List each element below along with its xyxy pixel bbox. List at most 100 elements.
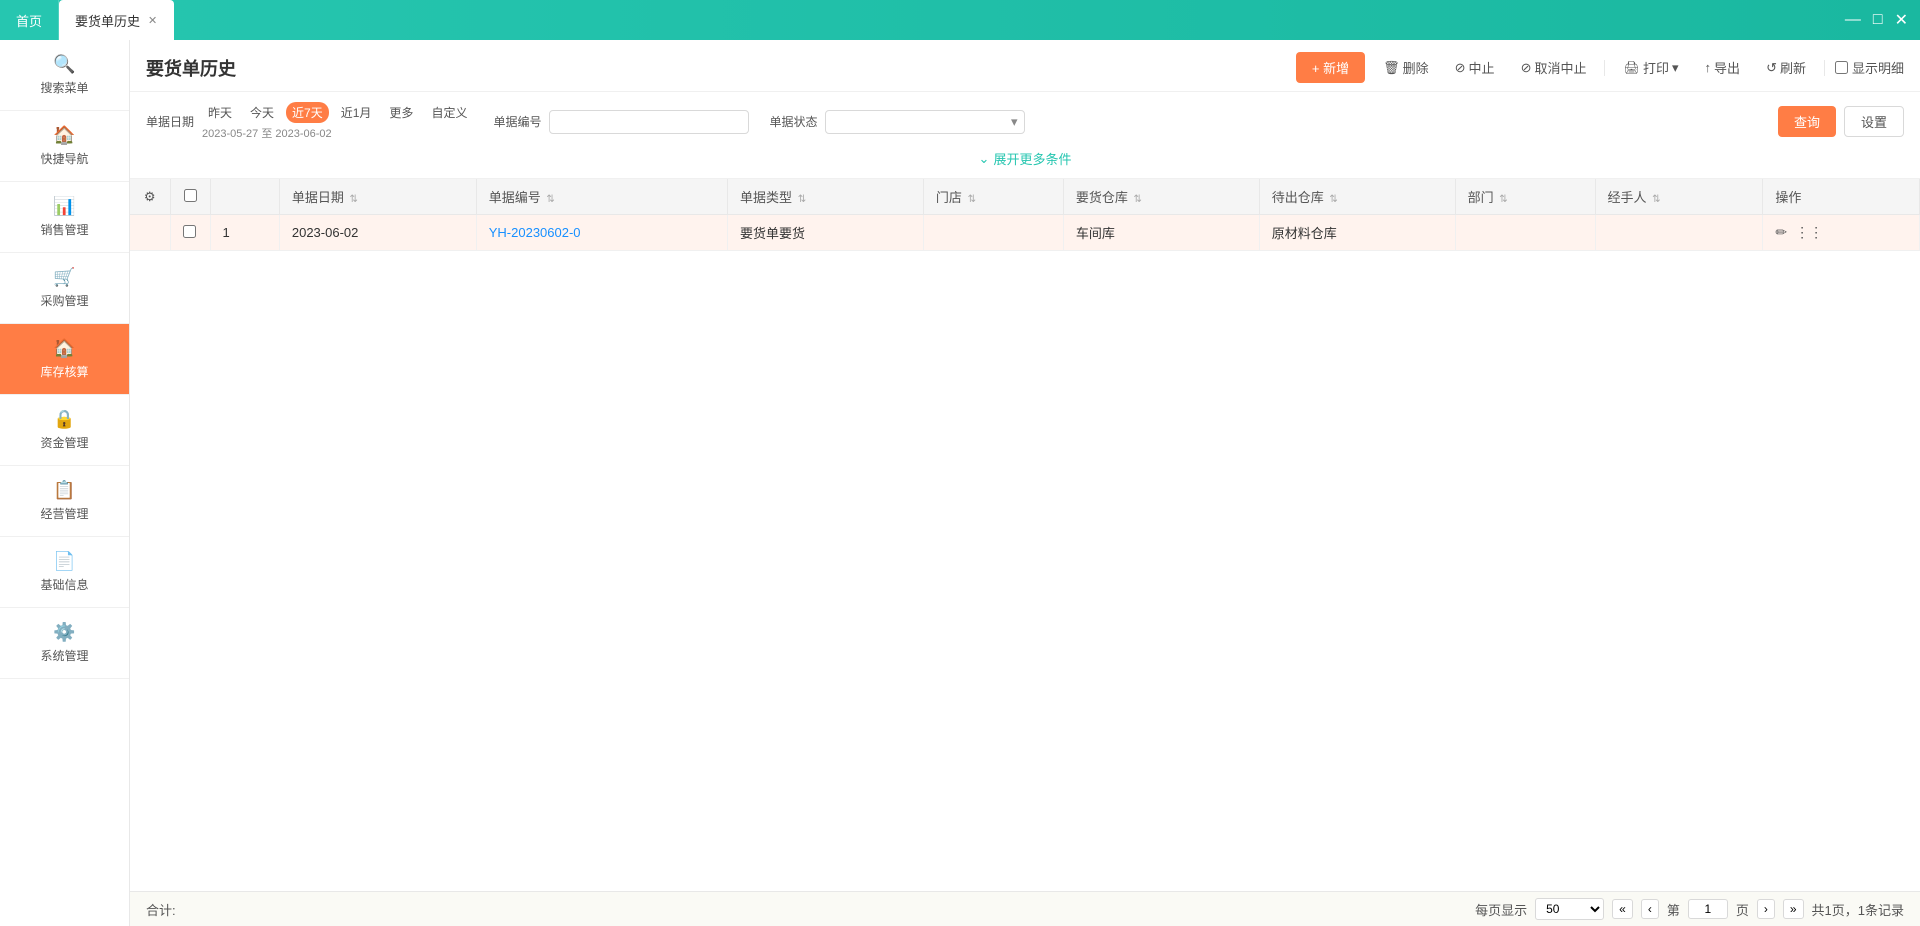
display-toggle-checkbox[interactable] (1835, 61, 1848, 74)
th-department-label: 部门 (1468, 190, 1494, 205)
close-button[interactable]: ✕ (1895, 10, 1908, 30)
date-option-more[interactable]: 更多 (383, 102, 419, 123)
th-handler[interactable]: 经手人 ⇅ (1595, 179, 1763, 215)
page-input[interactable] (1688, 899, 1728, 919)
doc-number-input[interactable] (549, 110, 749, 134)
suspend-label: 中止 (1469, 58, 1495, 77)
last-page-button[interactable]: » (1783, 899, 1804, 919)
minimize-button[interactable]: — (1845, 11, 1861, 29)
print-button[interactable]: 🖨 打印 ▾ (1615, 54, 1686, 81)
select-all-checkbox[interactable] (184, 189, 197, 202)
table-header-row: ⚙ 单据日期 ⇅ 单据编号 ⇅ (130, 179, 1920, 215)
page-header: 要货单历史 + 新增 🗑 删除 ⊘ 中止 ⊘ 取消中止 🖨 打 (130, 40, 1920, 92)
tab-home[interactable]: 首页 (0, 0, 59, 40)
td-type: 要货单要货 (728, 215, 924, 251)
cancel-suspend-icon: ⊘ (1521, 60, 1532, 76)
sidebar-item-sales[interactable]: 📊 销售管理 (0, 182, 129, 253)
settings-button[interactable]: 设置 (1844, 106, 1904, 137)
date-option-yesterday[interactable]: 昨天 (202, 102, 238, 123)
td-req-warehouse: 车间库 (1063, 215, 1259, 251)
more-icon[interactable]: ⋮⋮ (1795, 224, 1823, 241)
date-option-7days[interactable]: 近7天 (286, 102, 329, 123)
date-option-1month[interactable]: 近1月 (335, 102, 378, 123)
date-filter-group: 单据日期 昨天 今天 近7天 近1月 更多 自定义 2023-05-27 至 2… (146, 102, 473, 141)
total-label: 合计: (146, 900, 176, 919)
refresh-button[interactable]: ↺ 刷新 (1758, 54, 1814, 81)
sidebar-item-basic[interactable]: 📄 基础信息 (0, 537, 129, 608)
clipboard-icon: 📋 (53, 480, 75, 501)
th-department[interactable]: 部门 ⇅ (1455, 179, 1595, 215)
date-option-custom[interactable]: 自定义 (425, 102, 473, 123)
sidebar-item-quicknav-label: 快捷导航 (40, 150, 88, 167)
th-number[interactable]: 单据编号 ⇅ (476, 179, 727, 215)
th-settings[interactable]: ⚙ (130, 179, 170, 215)
doc-number-link[interactable]: YH-20230602-0 (489, 225, 581, 240)
sort-date-icon: ⇅ (350, 194, 358, 205)
new-button[interactable]: + 新增 (1296, 52, 1365, 83)
delete-button[interactable]: 🗑 删除 (1375, 54, 1437, 81)
first-page-button[interactable]: « (1612, 899, 1633, 919)
sidebar: 🔍 搜索菜单 🏠 快捷导航 📊 销售管理 🛒 采购管理 🏠 库存核算 🔒 资金管… (0, 40, 130, 926)
sidebar-item-quicknav[interactable]: 🏠 快捷导航 (0, 111, 129, 182)
next-page-button[interactable]: › (1757, 899, 1775, 919)
display-toggle-label: 显示明细 (1852, 58, 1904, 77)
edit-icon[interactable]: ✏ (1775, 224, 1787, 241)
th-date-label: 单据日期 (292, 190, 344, 205)
display-toggle[interactable]: 显示明细 (1835, 58, 1904, 77)
sidebar-item-basic-label: 基础信息 (40, 576, 88, 593)
chevron-down-icon: ⌄ (979, 151, 990, 167)
search-icon: 🔍 (53, 54, 75, 75)
main-layout: 🔍 搜索菜单 🏠 快捷导航 📊 销售管理 🛒 采购管理 🏠 库存核算 🔒 资金管… (0, 40, 1920, 926)
th-date[interactable]: 单据日期 ⇅ (279, 179, 476, 215)
sidebar-item-inventory[interactable]: 🏠 库存核算 (0, 324, 129, 395)
delete-label: 删除 (1403, 58, 1429, 77)
sidebar-item-system[interactable]: ⚙️ 系统管理 (0, 608, 129, 679)
toolbar: + 新增 🗑 删除 ⊘ 中止 ⊘ 取消中止 🖨 打印 ▾ (1296, 52, 1904, 83)
page-size-label: 每页显示 (1475, 900, 1527, 919)
suspend-button[interactable]: ⊘ 中止 (1447, 54, 1503, 81)
lock-icon: 🔒 (53, 409, 75, 430)
th-handler-label: 经手人 (1608, 190, 1647, 205)
query-button[interactable]: 查询 (1778, 106, 1836, 137)
date-option-today[interactable]: 今天 (244, 102, 280, 123)
sort-req-warehouse-icon: ⇅ (1133, 194, 1141, 205)
tab-home-label: 首页 (16, 11, 42, 30)
toolbar-divider-1 (1604, 60, 1605, 76)
sort-department-icon: ⇅ (1499, 194, 1507, 205)
th-action: 操作 (1763, 179, 1920, 215)
sidebar-item-finance-label: 资金管理 (40, 434, 88, 451)
th-pending-warehouse[interactable]: 待出仓库 ⇅ (1259, 179, 1455, 215)
expand-more-button[interactable]: ⌄ 展开更多条件 (146, 149, 1904, 168)
table-footer: 合计: 每页显示 20 50 100 200 « ‹ 第 页 › » 共1页，1… (130, 891, 1920, 926)
tab-history[interactable]: 要货单历史 ✕ (59, 0, 174, 40)
sidebar-item-purchase[interactable]: 🛒 采购管理 (0, 253, 129, 324)
page-label: 第 (1667, 900, 1680, 919)
export-button[interactable]: ↑ 导出 (1697, 54, 1749, 81)
print-label: 打印 (1643, 58, 1669, 77)
sidebar-item-finance[interactable]: 🔒 资金管理 (0, 395, 129, 466)
action-icons: ✏ ⋮⋮ (1775, 224, 1907, 241)
maximize-button[interactable]: □ (1873, 11, 1883, 29)
export-label: 导出 (1714, 58, 1740, 77)
expand-more-label: 展开更多条件 (993, 149, 1071, 168)
doc-status-select[interactable]: 全部 待审核 已审核 已中止 (825, 110, 1025, 134)
tab-history-close-icon[interactable]: ✕ (148, 14, 157, 27)
table-container: ⚙ 单据日期 ⇅ 单据编号 ⇅ (130, 179, 1920, 891)
filter-actions: 查询 设置 (1778, 106, 1904, 137)
page-size-select[interactable]: 20 50 100 200 (1535, 898, 1604, 920)
th-number-label: 单据编号 (489, 190, 541, 205)
export-icon: ↑ (1705, 60, 1712, 75)
th-store[interactable]: 门店 ⇅ (923, 179, 1063, 215)
print-icon: 🖨 (1623, 60, 1640, 76)
prev-page-button[interactable]: ‹ (1641, 899, 1659, 919)
page-title: 要货单历史 (146, 55, 236, 81)
th-type[interactable]: 单据类型 ⇅ (728, 179, 924, 215)
th-req-warehouse[interactable]: 要货仓库 ⇅ (1063, 179, 1259, 215)
sidebar-item-search[interactable]: 🔍 搜索菜单 (0, 40, 129, 111)
cancel-suspend-button[interactable]: ⊘ 取消中止 (1513, 54, 1595, 81)
sidebar-item-operations[interactable]: 📋 经营管理 (0, 466, 129, 537)
td-number: YH-20230602-0 (476, 215, 727, 251)
tab-bar: 首页 要货单历史 ✕ (0, 0, 1845, 40)
row-checkbox[interactable] (183, 225, 196, 238)
td-handler (1595, 215, 1763, 251)
